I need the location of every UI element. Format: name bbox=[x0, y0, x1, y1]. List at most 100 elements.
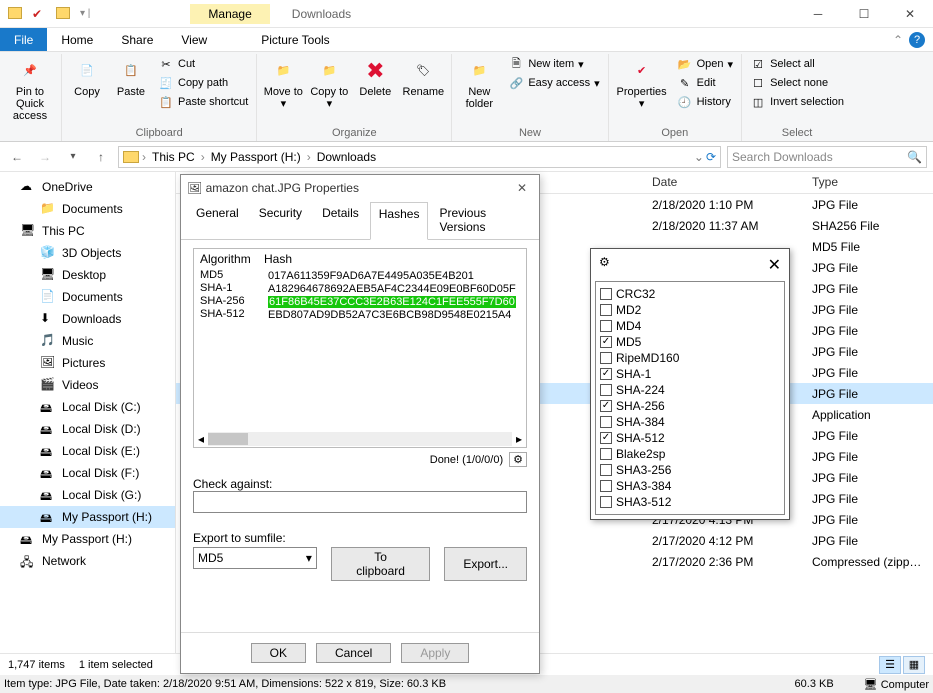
rename-button[interactable]: 🏷Rename bbox=[401, 56, 445, 98]
hash-option[interactable]: Blake2sp bbox=[600, 446, 780, 462]
dlg-tab[interactable]: Security bbox=[250, 201, 311, 239]
forward-button[interactable]: → bbox=[34, 146, 56, 168]
hash-scrollbar[interactable]: ◂▸ bbox=[194, 431, 526, 447]
dlg-close-button[interactable]: ✕ bbox=[511, 181, 533, 195]
invert-selection-button[interactable]: ◫Invert selection bbox=[748, 94, 846, 110]
hash-option[interactable]: SHA3-256 bbox=[600, 462, 780, 478]
qat-save-icon[interactable]: ✔ bbox=[32, 7, 46, 21]
navpane-item[interactable]: 🖴Local Disk (G:) bbox=[0, 484, 175, 506]
navpane-item[interactable]: 🖴Local Disk (C:) bbox=[0, 396, 175, 418]
apply-button[interactable]: Apply bbox=[401, 643, 469, 663]
navpane-item[interactable]: 🖧Network bbox=[0, 550, 175, 572]
hash-row[interactable]: MD5017A611359F9AD6A7E4495A035E4B201 bbox=[194, 269, 526, 282]
dlg-tab[interactable]: General bbox=[187, 201, 248, 239]
history-button[interactable]: 🕘History bbox=[675, 94, 735, 110]
breadcrumb-drive[interactable]: My Passport (H:) bbox=[208, 150, 304, 164]
settings-icon[interactable]: ⚙ bbox=[509, 452, 527, 467]
new-folder-button[interactable]: 📁New folder bbox=[458, 56, 500, 110]
dlg-tabs[interactable]: GeneralSecurityDetailsHashesPrevious Ver… bbox=[181, 201, 539, 240]
edit-button[interactable]: ✎Edit bbox=[675, 75, 735, 91]
tab-home[interactable]: Home bbox=[47, 28, 107, 51]
recent-locations-button[interactable]: ▾ bbox=[62, 146, 84, 168]
qat-dropdown-icon[interactable]: ▾ | bbox=[80, 8, 90, 19]
copy-button[interactable]: 📄Copy bbox=[68, 56, 106, 98]
hash-row[interactable]: SHA-512EBD807AD9DB52A7C3E6BCB98D9548E021… bbox=[194, 308, 526, 321]
hash-option[interactable]: SHA-384 bbox=[600, 414, 780, 430]
navigation-pane[interactable]: ☁OneDrive📁Documents🖥This PC🧊3D Objects🖥D… bbox=[0, 172, 176, 670]
properties-button[interactable]: ✔Properties ▾ bbox=[615, 56, 669, 110]
hash-option[interactable]: MD2 bbox=[600, 302, 780, 318]
navpane-item[interactable]: 📁Documents bbox=[0, 198, 175, 220]
to-clipboard-button[interactable]: To clipboard bbox=[331, 547, 430, 581]
navpane-item[interactable]: 🎵Music bbox=[0, 330, 175, 352]
hash-option[interactable]: CRC32 bbox=[600, 286, 780, 302]
tab-share[interactable]: Share bbox=[107, 28, 167, 51]
cancel-button[interactable]: Cancel bbox=[316, 643, 391, 663]
refresh-icon[interactable]: ⟳ bbox=[706, 150, 716, 164]
view-icons-button[interactable]: ▦ bbox=[903, 656, 925, 674]
delete-button[interactable]: ✖Delete bbox=[355, 56, 395, 98]
breadcrumb-this-pc[interactable]: This PC bbox=[149, 150, 198, 164]
navpane-item[interactable]: 🖴Local Disk (F:) bbox=[0, 462, 175, 484]
up-button[interactable]: ↑ bbox=[90, 146, 112, 168]
properties-dialog[interactable]: 🖼 amazon chat.JPG Properties ✕ GeneralSe… bbox=[180, 174, 540, 674]
navpane-item[interactable]: 🖴My Passport (H:) bbox=[0, 506, 175, 528]
navpane-item[interactable]: 📄Documents bbox=[0, 286, 175, 308]
easy-access-button[interactable]: 🔗Easy access ▾ bbox=[506, 75, 601, 91]
minimize-button[interactable]: ─ bbox=[795, 0, 841, 28]
dlg-tab[interactable]: Hashes bbox=[370, 202, 429, 240]
paste-shortcut-button[interactable]: 📋Paste shortcut bbox=[156, 94, 250, 110]
breadcrumb-folder[interactable]: Downloads bbox=[314, 150, 379, 164]
hash-option[interactable]: MD4 bbox=[600, 318, 780, 334]
navpane-item[interactable]: 🖼Pictures bbox=[0, 352, 175, 374]
dlg-tab[interactable]: Previous Versions bbox=[430, 201, 533, 239]
context-tab-manage[interactable]: Manage bbox=[190, 4, 269, 24]
select-all-button[interactable]: ☑Select all bbox=[748, 56, 846, 72]
select-none-button[interactable]: ☐Select none bbox=[748, 75, 846, 91]
navpane-item[interactable]: 🖥This PC bbox=[0, 220, 175, 242]
addr-dropdown-icon[interactable]: ⌄ bbox=[694, 150, 704, 164]
maximize-button[interactable]: ☐ bbox=[841, 0, 887, 28]
close-button[interactable]: ✕ bbox=[887, 0, 933, 28]
cut-button[interactable]: ✂Cut bbox=[156, 56, 250, 72]
hash-option[interactable]: ✓MD5 bbox=[600, 334, 780, 350]
pin-quick-access-button[interactable]: 📌 Pin to Quick access bbox=[6, 56, 54, 122]
collapse-ribbon-icon[interactable]: ⌃ bbox=[893, 33, 903, 47]
tab-file[interactable]: File bbox=[0, 28, 47, 51]
address-bar[interactable]: › This PC› My Passport (H:)› Downloads ⌄… bbox=[118, 146, 721, 168]
ok-button[interactable]: OK bbox=[251, 643, 306, 663]
export-button[interactable]: Export... bbox=[444, 547, 527, 581]
copy-path-button[interactable]: 🧾Copy path bbox=[156, 75, 250, 91]
hash-option[interactable]: SHA-224 bbox=[600, 382, 780, 398]
hash-option[interactable]: SHA3-512 bbox=[600, 494, 780, 510]
hash-row[interactable]: SHA-1A182964678692AEB5AF4C2344E09E0BF60D… bbox=[194, 282, 526, 295]
back-button[interactable]: ← bbox=[6, 146, 28, 168]
check-against-input[interactable] bbox=[193, 491, 527, 513]
tab-view[interactable]: View bbox=[167, 28, 221, 51]
hash-option[interactable]: RipeMD160 bbox=[600, 350, 780, 366]
help-icon[interactable]: ? bbox=[909, 32, 925, 48]
navpane-item[interactable]: ⬇Downloads bbox=[0, 308, 175, 330]
tab-picture-tools[interactable]: Picture Tools bbox=[247, 28, 343, 51]
search-input[interactable]: Search Downloads 🔍 bbox=[727, 146, 927, 168]
hash-option[interactable]: ✓SHA-256 bbox=[600, 398, 780, 414]
dlg-tab[interactable]: Details bbox=[313, 201, 368, 239]
move-to-button[interactable]: 📁Move to ▾ bbox=[263, 56, 303, 110]
navpane-item[interactable]: 🧊3D Objects bbox=[0, 242, 175, 264]
popup-close-button[interactable]: ✕ bbox=[768, 255, 781, 275]
hash-option[interactable]: SHA3-384 bbox=[600, 478, 780, 494]
new-item-button[interactable]: 🗎New item ▾ bbox=[506, 56, 601, 72]
qat-undo-icon[interactable] bbox=[56, 7, 70, 21]
hash-option[interactable]: ✓SHA-512 bbox=[600, 430, 780, 446]
open-button[interactable]: 📂Open ▾ bbox=[675, 56, 735, 72]
navpane-item[interactable]: 🖴My Passport (H:) bbox=[0, 528, 175, 550]
paste-button[interactable]: 📋Paste bbox=[112, 56, 150, 98]
export-format-select[interactable]: MD5▾ bbox=[193, 547, 317, 569]
hash-row[interactable]: SHA-25661F86B45E37CCC3E2B63E124C1FEE555F… bbox=[194, 295, 526, 308]
hash-options-popup[interactable]: ⚙ ✕ CRC32MD2MD4✓MD5RipeMD160✓SHA-1SHA-22… bbox=[590, 248, 790, 520]
navpane-item[interactable]: ☁OneDrive bbox=[0, 176, 175, 198]
navpane-item[interactable]: 🖥Desktop bbox=[0, 264, 175, 286]
navpane-item[interactable]: 🖴Local Disk (E:) bbox=[0, 440, 175, 462]
view-details-button[interactable]: ☰ bbox=[879, 656, 901, 674]
navpane-item[interactable]: 🖴Local Disk (D:) bbox=[0, 418, 175, 440]
